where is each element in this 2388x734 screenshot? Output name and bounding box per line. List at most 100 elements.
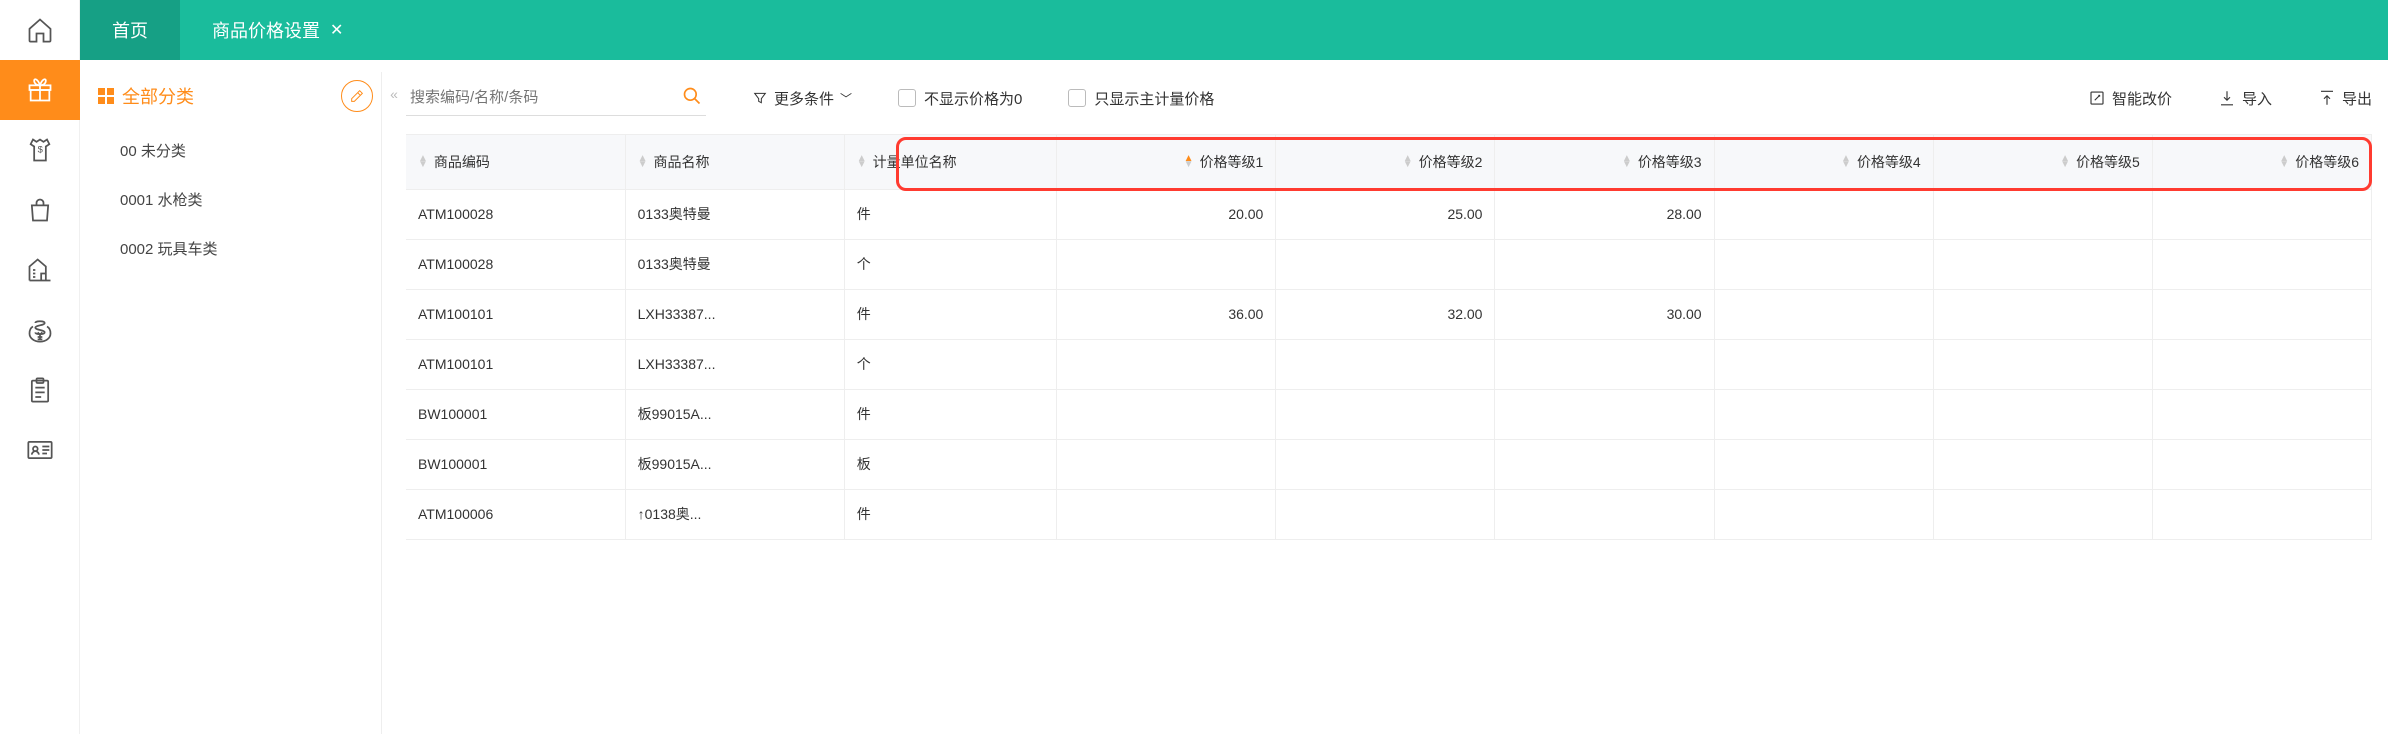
cell-p4[interactable]: [1714, 189, 1933, 239]
cell-p3[interactable]: [1495, 439, 1714, 489]
cell-p2[interactable]: [1276, 239, 1495, 289]
nav-shirt[interactable]: $: [0, 120, 80, 180]
more-filters[interactable]: 更多条件 ﹀: [752, 88, 852, 109]
cell-name: 0133奥特曼: [625, 189, 844, 239]
cell-p5[interactable]: [1933, 289, 2152, 339]
top-tabs: 首页 商品价格设置 ✕: [80, 0, 2388, 60]
cell-p3[interactable]: [1495, 239, 1714, 289]
collapse-sidebar[interactable]: «: [382, 72, 406, 734]
col-header-name[interactable]: ▲▼商品名称: [625, 135, 844, 189]
category-item[interactable]: 0002 玩具车类: [112, 224, 381, 273]
cell-p3[interactable]: [1495, 339, 1714, 389]
category-item[interactable]: 00 未分类: [112, 126, 381, 175]
cell-unit: 件: [844, 489, 1056, 539]
cell-p1[interactable]: [1057, 439, 1276, 489]
cell-p2[interactable]: [1276, 389, 1495, 439]
category-all[interactable]: 全部分类: [98, 83, 194, 109]
cell-p4[interactable]: [1714, 289, 1933, 339]
cell-p1[interactable]: [1057, 239, 1276, 289]
cell-name: 板99015A...: [625, 439, 844, 489]
cell-p4[interactable]: [1714, 439, 1933, 489]
cell-p5[interactable]: [1933, 389, 2152, 439]
table-row[interactable]: ATM100101LXH33387...个: [406, 339, 2372, 389]
category-item[interactable]: 0001 水枪类: [112, 175, 381, 224]
cell-p6[interactable]: [2152, 389, 2371, 439]
nav-gift[interactable]: [0, 60, 80, 120]
cell-unit: 件: [844, 389, 1056, 439]
col-header-price4[interactable]: ▲▼价格等级4: [1714, 135, 1933, 189]
cell-p1[interactable]: 36.00: [1057, 289, 1276, 339]
cell-p2[interactable]: [1276, 439, 1495, 489]
close-icon[interactable]: ✕: [330, 20, 343, 40]
cell-p6[interactable]: [2152, 339, 2371, 389]
table-row[interactable]: BW100001板99015A...板: [406, 439, 2372, 489]
col-header-unit[interactable]: ▲▼计量单位名称: [844, 135, 1056, 189]
checkbox-main-unit[interactable]: 只显示主计量价格: [1068, 88, 1214, 109]
cell-name: ↑0138奥...: [625, 489, 844, 539]
smart-adjust-label: 智能改价: [2112, 88, 2172, 109]
cell-p6[interactable]: [2152, 489, 2371, 539]
col-header-price2[interactable]: ▲▼价格等级2: [1276, 135, 1495, 189]
cell-p3[interactable]: 28.00: [1495, 189, 1714, 239]
nav-building[interactable]: [0, 240, 80, 300]
import-button[interactable]: 导入: [2218, 88, 2272, 109]
cell-p6[interactable]: [2152, 289, 2371, 339]
tab-home[interactable]: 首页: [80, 0, 180, 60]
cell-p1[interactable]: [1057, 339, 1276, 389]
cell-p2[interactable]: 25.00: [1276, 189, 1495, 239]
cell-p2[interactable]: [1276, 489, 1495, 539]
nav-home[interactable]: [0, 0, 80, 60]
col-header-price3[interactable]: ▲▼价格等级3: [1495, 135, 1714, 189]
tab-price-settings[interactable]: 商品价格设置 ✕: [180, 0, 375, 60]
col-header-price5[interactable]: ▲▼价格等级5: [1933, 135, 2152, 189]
cell-p2[interactable]: 32.00: [1276, 289, 1495, 339]
import-label: 导入: [2242, 88, 2272, 109]
cell-p1[interactable]: [1057, 489, 1276, 539]
col-header-code[interactable]: ▲▼商品编码: [406, 135, 625, 189]
table-row[interactable]: ATM1000280133奥特曼件20.0025.0028.00: [406, 189, 2372, 239]
export-label: 导出: [2342, 88, 2372, 109]
cell-code: ATM100101: [406, 339, 625, 389]
checkbox-hide-zero[interactable]: 不显示价格为0: [898, 88, 1022, 109]
table-row[interactable]: ATM100006↑0138奥...件: [406, 489, 2372, 539]
cell-p5[interactable]: [1933, 489, 2152, 539]
cell-p6[interactable]: [2152, 239, 2371, 289]
cell-p5[interactable]: [1933, 189, 2152, 239]
export-button[interactable]: 导出: [2318, 88, 2372, 109]
tab-home-label: 首页: [112, 17, 148, 43]
cell-p3[interactable]: [1495, 489, 1714, 539]
table-row[interactable]: BW100001板99015A...件: [406, 389, 2372, 439]
cell-code: ATM100028: [406, 189, 625, 239]
cell-p5[interactable]: [1933, 439, 2152, 489]
cell-p5[interactable]: [1933, 239, 2152, 289]
nav-money[interactable]: [0, 300, 80, 360]
cell-p4[interactable]: [1714, 389, 1933, 439]
price-table: ▲▼商品编码 ▲▼商品名称 ▲▼计量单位名称 ▲▼价格等级1 ▲▼价格等级2 ▲…: [406, 135, 2372, 540]
cell-name: LXH33387...: [625, 339, 844, 389]
search-box: [406, 80, 706, 116]
table-row[interactable]: ATM1000280133奥特曼个: [406, 239, 2372, 289]
cell-p4[interactable]: [1714, 239, 1933, 289]
nav-clipboard[interactable]: [0, 360, 80, 420]
edit-icon: [2088, 89, 2106, 107]
cell-p1[interactable]: 20.00: [1057, 189, 1276, 239]
col-header-price6[interactable]: ▲▼价格等级6: [2152, 135, 2371, 189]
toolbar: 更多条件 ﹀ 不显示价格为0 只显示主计量价格 智能改价: [406, 72, 2372, 134]
cell-p4[interactable]: [1714, 489, 1933, 539]
cell-p1[interactable]: [1057, 389, 1276, 439]
col-header-price1[interactable]: ▲▼价格等级1: [1057, 135, 1276, 189]
cell-p3[interactable]: [1495, 389, 1714, 439]
search-icon[interactable]: [682, 86, 702, 109]
cell-p2[interactable]: [1276, 339, 1495, 389]
smart-adjust-button[interactable]: 智能改价: [2088, 88, 2172, 109]
cell-p6[interactable]: [2152, 189, 2371, 239]
search-input[interactable]: [406, 80, 706, 116]
cell-p5[interactable]: [1933, 339, 2152, 389]
cell-p6[interactable]: [2152, 439, 2371, 489]
nav-idcard[interactable]: [0, 420, 80, 480]
nav-bag[interactable]: [0, 180, 80, 240]
cell-p4[interactable]: [1714, 339, 1933, 389]
cell-p3[interactable]: 30.00: [1495, 289, 1714, 339]
table-row[interactable]: ATM100101LXH33387...件36.0032.0030.00: [406, 289, 2372, 339]
edit-category-button[interactable]: [341, 80, 373, 112]
